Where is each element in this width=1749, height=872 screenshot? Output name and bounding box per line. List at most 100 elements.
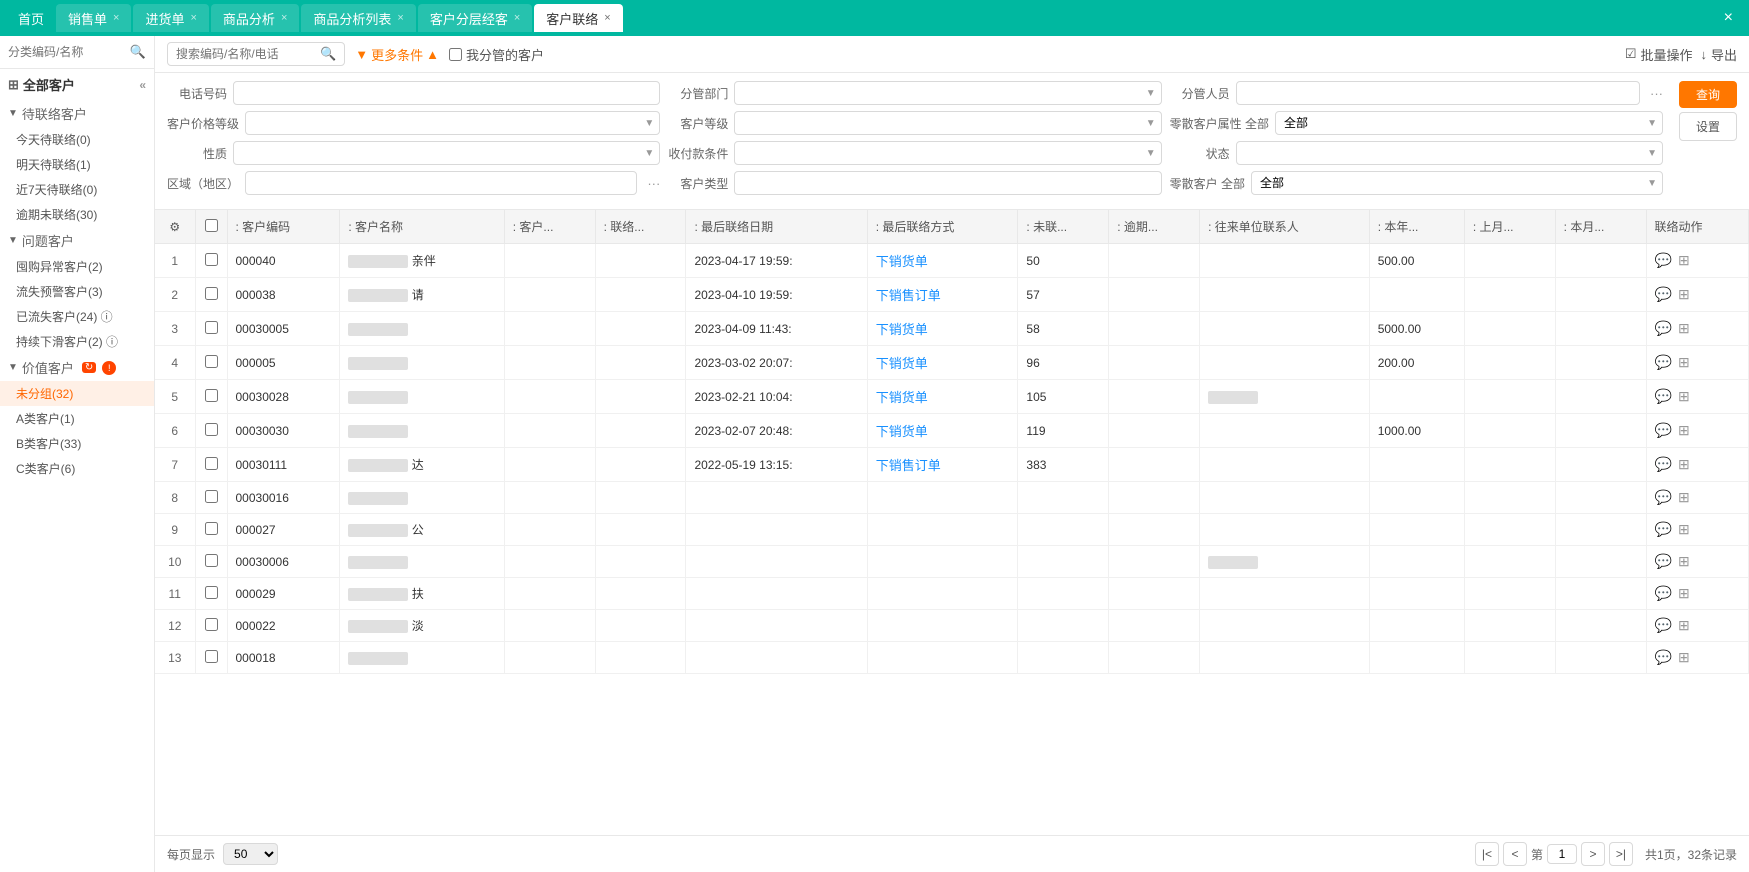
- retail-customer-select[interactable]: 全部: [1251, 171, 1663, 195]
- row-checkbox[interactable]: [195, 642, 227, 674]
- export-btn[interactable]: ↓ 导出: [1700, 45, 1737, 64]
- person-input[interactable]: [1236, 81, 1640, 105]
- last-method-link[interactable]: 下销售订单: [876, 288, 941, 303]
- per-page-select[interactable]: 50 100 200: [223, 843, 278, 865]
- row-checkbox[interactable]: [195, 482, 227, 514]
- message-icon[interactable]: 💬: [1655, 388, 1672, 405]
- my-customers-check[interactable]: [449, 48, 462, 61]
- tab-customer-segment[interactable]: 客户分层经客 ×: [418, 4, 532, 32]
- message-icon[interactable]: 💬: [1655, 521, 1672, 538]
- select-all-col[interactable]: [195, 210, 227, 244]
- nature-select[interactable]: [233, 141, 660, 165]
- grid-action-icon[interactable]: ⊞: [1678, 422, 1690, 439]
- region-input[interactable]: [245, 171, 637, 195]
- sidebar-item-declining[interactable]: 持续下滑客户(2) ⓘ: [0, 329, 154, 354]
- grid-action-icon[interactable]: ⊞: [1678, 320, 1690, 337]
- grid-action-icon[interactable]: ⊞: [1678, 354, 1690, 371]
- tab-sales[interactable]: 销售单 ×: [56, 4, 131, 32]
- close-icon[interactable]: ×: [397, 12, 403, 24]
- search-icon[interactable]: 🔍: [320, 46, 336, 62]
- grid-action-icon[interactable]: ⊞: [1678, 553, 1690, 570]
- message-icon[interactable]: 💬: [1655, 585, 1672, 602]
- row-checkbox[interactable]: [195, 546, 227, 578]
- sidebar-item-ungrouped[interactable]: 未分组(32): [0, 381, 154, 406]
- row-checkbox[interactable]: [195, 278, 227, 312]
- last-method-link[interactable]: 下销货单: [876, 322, 928, 337]
- phone-input[interactable]: [233, 81, 660, 105]
- sidebar-item-hoard-abnormal[interactable]: 囤购异常客户(2): [0, 254, 154, 279]
- tab-purchase[interactable]: 进货单 ×: [133, 4, 208, 32]
- row-checkbox[interactable]: [195, 610, 227, 642]
- grid-action-icon[interactable]: ⊞: [1678, 252, 1690, 269]
- sidebar-item-b-class[interactable]: B类客户(33): [0, 431, 154, 456]
- payment-select[interactable]: [734, 141, 1161, 165]
- grid-action-icon[interactable]: ⊞: [1678, 456, 1690, 473]
- dots-icon[interactable]: ···: [647, 176, 660, 191]
- message-icon[interactable]: 💬: [1655, 320, 1672, 337]
- first-page-btn[interactable]: |<: [1475, 842, 1499, 866]
- sidebar-item-churn-warning[interactable]: 流失预警客户(3): [0, 279, 154, 304]
- close-icon[interactable]: ×: [604, 12, 610, 24]
- message-icon[interactable]: 💬: [1655, 649, 1672, 666]
- row-checkbox[interactable]: [195, 346, 227, 380]
- page-number-input[interactable]: [1547, 844, 1577, 864]
- all-customers-header[interactable]: ⊞ 全部客户 «: [0, 69, 154, 100]
- row-checkbox[interactable]: [195, 312, 227, 346]
- grid-action-icon[interactable]: ⊞: [1678, 286, 1690, 303]
- collapse-icon[interactable]: «: [139, 78, 146, 92]
- customer-level-select[interactable]: [734, 111, 1161, 135]
- query-button[interactable]: 查询: [1679, 81, 1737, 108]
- sidebar-item-today-pending[interactable]: 今天待联络(0): [0, 127, 154, 152]
- window-close-icon[interactable]: ×: [1716, 9, 1741, 27]
- last-method-link[interactable]: 下销货单: [876, 254, 928, 269]
- grid-action-icon[interactable]: ⊞: [1678, 585, 1690, 602]
- sidebar-item-7day-pending[interactable]: 近7天待联络(0): [0, 177, 154, 202]
- close-icon[interactable]: ×: [514, 12, 520, 24]
- tab-product-analysis[interactable]: 商品分析 ×: [211, 4, 299, 32]
- last-method-link[interactable]: 下销货单: [876, 424, 928, 439]
- sidebar-search-input[interactable]: [8, 45, 126, 59]
- last-method-link[interactable]: 下销货单: [876, 390, 928, 405]
- row-checkbox[interactable]: [195, 578, 227, 610]
- retail-attr-select[interactable]: 全部: [1275, 111, 1663, 135]
- sidebar-group-problem[interactable]: ▼ 问题客户: [0, 227, 154, 254]
- settings-col[interactable]: ⚙: [155, 210, 195, 244]
- dept-select[interactable]: [734, 81, 1161, 105]
- message-icon[interactable]: 💬: [1655, 489, 1672, 506]
- sidebar-item-tomorrow-pending[interactable]: 明天待联络(1): [0, 152, 154, 177]
- message-icon[interactable]: 💬: [1655, 456, 1672, 473]
- row-checkbox[interactable]: [195, 244, 227, 278]
- close-icon[interactable]: ×: [113, 12, 119, 24]
- grid-action-icon[interactable]: ⊞: [1678, 489, 1690, 506]
- message-icon[interactable]: 💬: [1655, 617, 1672, 634]
- search-input[interactable]: [176, 47, 316, 61]
- tab-product-analysis-list[interactable]: 商品分析列表 ×: [301, 4, 415, 32]
- last-method-link[interactable]: 下销货单: [876, 356, 928, 371]
- row-checkbox[interactable]: [195, 380, 227, 414]
- dots-icon[interactable]: ···: [1650, 86, 1663, 101]
- tab-customer-contact[interactable]: 客户联络 ×: [534, 4, 622, 32]
- message-icon[interactable]: 💬: [1655, 354, 1672, 371]
- reset-button[interactable]: 设置: [1679, 112, 1737, 141]
- more-conditions-btn[interactable]: ▼ 更多条件 ▲: [355, 45, 439, 64]
- row-checkbox[interactable]: [195, 514, 227, 546]
- grid-action-icon[interactable]: ⊞: [1678, 617, 1690, 634]
- grid-action-icon[interactable]: ⊞: [1678, 388, 1690, 405]
- row-checkbox[interactable]: [195, 448, 227, 482]
- sidebar-group-pending[interactable]: ▼ 待联络客户: [0, 100, 154, 127]
- select-all-checkbox[interactable]: [205, 219, 218, 232]
- customer-type-input[interactable]: [734, 171, 1161, 195]
- grid-action-icon[interactable]: ⊞: [1678, 521, 1690, 538]
- message-icon[interactable]: 💬: [1655, 286, 1672, 303]
- status-select[interactable]: [1236, 141, 1663, 165]
- close-icon[interactable]: ×: [190, 12, 196, 24]
- message-icon[interactable]: 💬: [1655, 422, 1672, 439]
- grid-action-icon[interactable]: ⊞: [1678, 649, 1690, 666]
- sidebar-item-c-class[interactable]: C类客户(6): [0, 456, 154, 481]
- sidebar-item-lost[interactable]: 已流失客户(24) ⓘ: [0, 304, 154, 329]
- message-icon[interactable]: 💬: [1655, 553, 1672, 570]
- close-icon[interactable]: ×: [281, 12, 287, 24]
- last-method-link[interactable]: 下销售订单: [876, 458, 941, 473]
- sidebar-group-value[interactable]: ▼ 价值客户 ↻ !: [0, 354, 154, 381]
- row-checkbox[interactable]: [195, 414, 227, 448]
